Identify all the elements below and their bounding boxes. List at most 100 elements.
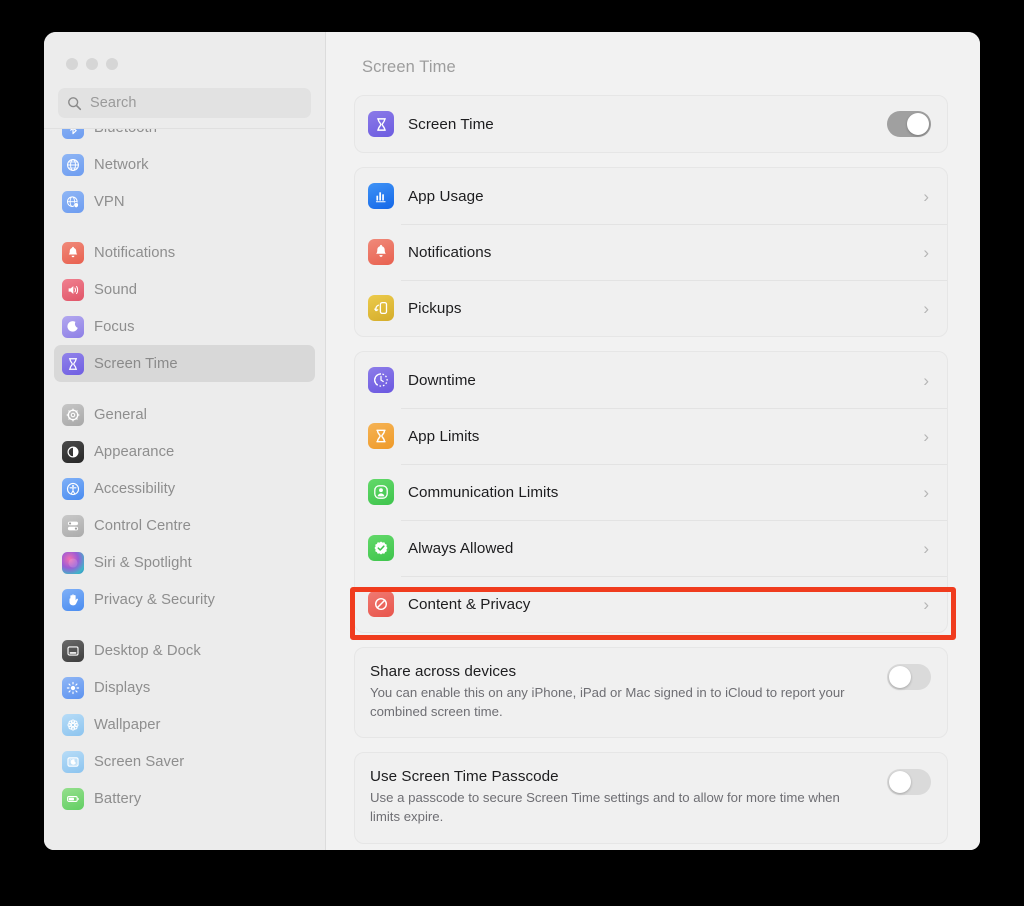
sidebar-item-accessibility[interactable]: Accessibility [54, 470, 315, 507]
sidebar-item-label: VPN [94, 194, 125, 210]
screen-time-passcode-textcol: Use Screen Time Passcode Use a passcode … [370, 768, 887, 826]
sidebar: Search Bluetooth Network VPN Notificatio… [44, 32, 326, 850]
network-globe-icon [62, 154, 84, 176]
share-across-devices-toggle[interactable] [887, 664, 931, 690]
communication-limits-person-icon [368, 479, 394, 505]
sidebar-item-screen-time[interactable]: Screen Time [54, 345, 315, 382]
chevron-right-icon: › [923, 244, 931, 261]
row-label: App Limits [408, 428, 923, 445]
screen-time-passcode-description: Use a passcode to secure Screen Time set… [370, 788, 867, 826]
sidebar-scroll-area[interactable]: Bluetooth Network VPN Notifications Soun… [44, 128, 325, 850]
displays-brightness-icon [62, 677, 84, 699]
sidebar-item-label: Battery [94, 791, 141, 807]
siri-orb-icon [62, 552, 84, 574]
sidebar-item-general[interactable]: General [54, 396, 315, 433]
sidebar-items-list: Bluetooth Network VPN Notifications Soun… [44, 128, 325, 831]
desktop-dock-icon [62, 640, 84, 662]
screen-time-passcode-toggle[interactable] [887, 769, 931, 795]
sidebar-item-label: Appearance [94, 444, 174, 460]
zoom-button[interactable] [106, 58, 118, 70]
row-communication-limits[interactable]: Communication Limits› [355, 464, 947, 520]
search-input[interactable]: Search [90, 95, 137, 111]
sound-speaker-icon [62, 279, 84, 301]
search-field[interactable]: Search [58, 88, 311, 118]
appearance-contrast-icon [62, 441, 84, 463]
privacy-hand-icon [62, 589, 84, 611]
sidebar-item-label: Notifications [94, 245, 175, 261]
chevron-right-icon: › [923, 188, 931, 205]
chevron-right-icon: › [923, 484, 931, 501]
sidebar-item-control-centre[interactable]: Control Centre [54, 507, 315, 544]
sidebar-item-label: Desktop & Dock [94, 643, 201, 659]
sidebar-group-3: Desktop & Dock Displays Wallpaper Screen… [54, 632, 315, 831]
close-button[interactable] [66, 58, 78, 70]
system-settings-window: Search Bluetooth Network VPN Notificatio… [44, 32, 980, 850]
sidebar-item-wallpaper[interactable]: Wallpaper [54, 706, 315, 743]
screen-time-passcode-card: Use Screen Time Passcode Use a passcode … [354, 752, 948, 843]
row-label: App Usage [408, 188, 923, 205]
row-content-privacy[interactable]: Content & Privacy› [355, 576, 947, 632]
sidebar-item-battery[interactable]: Battery [54, 780, 315, 817]
row-always-allowed[interactable]: Always Allowed› [355, 520, 947, 576]
sidebar-item-label: Network [94, 157, 149, 173]
row-app-limits[interactable]: App Limits› [355, 408, 947, 464]
sidebar-item-network[interactable]: Network [54, 146, 315, 183]
toggle-knob [907, 113, 929, 135]
row-label: Content & Privacy [408, 596, 923, 613]
row-label: Pickups [408, 300, 923, 317]
row-notifications[interactable]: Notifications› [355, 224, 947, 280]
row-pickups[interactable]: Pickups› [355, 280, 947, 336]
screen-time-master-row[interactable]: Screen Time [355, 96, 947, 152]
downtime-clock-icon [368, 367, 394, 393]
minimize-button[interactable] [86, 58, 98, 70]
row-label: Communication Limits [408, 484, 923, 501]
always-allowed-check-icon [368, 535, 394, 561]
battery-icon [62, 788, 84, 810]
sidebar-search-wrap: Search [44, 84, 325, 118]
sidebar-item-bluetooth[interactable]: Bluetooth [54, 128, 315, 146]
screen-time-master-label: Screen Time [408, 116, 887, 133]
screen-saver-icon [62, 751, 84, 773]
chevron-right-icon: › [923, 540, 931, 557]
sidebar-item-label: Screen Saver [94, 754, 184, 770]
sidebar-item-displays[interactable]: Displays [54, 669, 315, 706]
sidebar-group-1: Notifications Sound Focus Screen Time [54, 234, 315, 396]
sidebar-item-screen-saver[interactable]: Screen Saver [54, 743, 315, 780]
chevron-right-icon: › [923, 300, 931, 317]
window-traffic-lights [44, 32, 325, 84]
screen-time-master-toggle[interactable] [887, 111, 931, 137]
sidebar-group-0: Bluetooth Network VPN [54, 128, 315, 234]
sidebar-item-desktop-dock[interactable]: Desktop & Dock [54, 632, 315, 669]
chevron-right-icon: › [923, 596, 931, 613]
screen-time-hourglass-icon [62, 353, 84, 375]
sidebar-item-label: Sound [94, 282, 137, 298]
sidebar-item-focus[interactable]: Focus [54, 308, 315, 345]
sidebar-item-label: Privacy & Security [94, 592, 215, 608]
share-across-devices-title: Share across devices [370, 663, 867, 680]
sidebar-item-siri-spotlight[interactable]: Siri & Spotlight [54, 544, 315, 581]
sidebar-item-sound[interactable]: Sound [54, 271, 315, 308]
screen-time-passcode-row: Use Screen Time Passcode Use a passcode … [355, 753, 947, 842]
sidebar-item-label: General [94, 407, 147, 423]
screen-time-passcode-title: Use Screen Time Passcode [370, 768, 867, 785]
control-centre-sliders-icon [62, 515, 84, 537]
limits-card: Downtime›App Limits› Communication Limit… [354, 351, 948, 633]
row-downtime[interactable]: Downtime› [355, 352, 947, 408]
chevron-right-icon: › [923, 428, 931, 445]
sidebar-item-vpn[interactable]: VPN [54, 183, 315, 220]
row-app-usage[interactable]: App Usage› [355, 168, 947, 224]
row-label: Notifications [408, 244, 923, 261]
vpn-icon [62, 191, 84, 213]
sidebar-item-label: Wallpaper [94, 717, 161, 733]
notifications-bell-icon [368, 239, 394, 265]
sidebar-item-label: Siri & Spotlight [94, 555, 192, 571]
sidebar-group-2: General Appearance Accessibility Control… [54, 396, 315, 632]
sidebar-item-appearance[interactable]: Appearance [54, 433, 315, 470]
usage-card: App Usage› Notifications› Pickups› [354, 167, 948, 337]
share-across-devices-row: Share across devices You can enable this… [355, 648, 947, 737]
sidebar-item-privacy-security[interactable]: Privacy & Security [54, 581, 315, 618]
sidebar-item-label: Focus [94, 319, 135, 335]
screen-time-master-card: Screen Time [354, 95, 948, 153]
bluetooth-icon [62, 128, 84, 139]
sidebar-item-notifications[interactable]: Notifications [54, 234, 315, 271]
